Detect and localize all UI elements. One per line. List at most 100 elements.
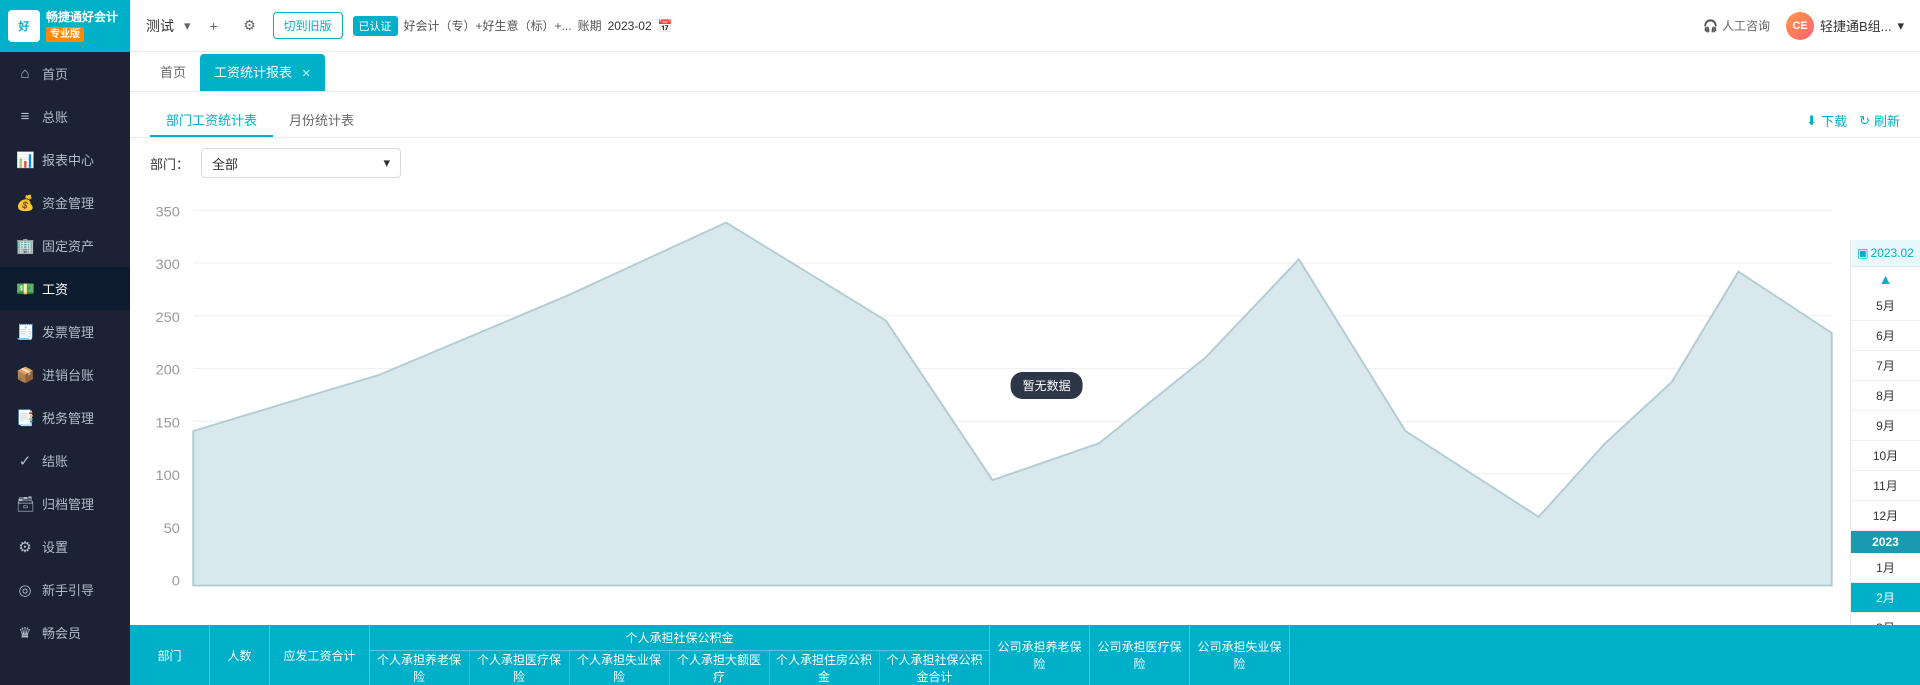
date-scroll-up[interactable]: ▲: [1851, 267, 1920, 291]
tab-payroll-report[interactable]: 工资统计报表 ✕: [200, 54, 325, 91]
sidebar-label-purchase: 进销台账: [42, 365, 94, 384]
date-month-9[interactable]: 9月: [1851, 411, 1920, 441]
table-header: 部门 人数 应发工资合计 个人承担社保公积金 个人承担养老保险 个人承担医疗保险…: [130, 625, 1920, 685]
add-button[interactable]: +: [201, 13, 227, 39]
svg-text:350: 350: [156, 204, 181, 219]
download-icon: ⬇: [1806, 113, 1817, 129]
date-month-12[interactable]: 12月: [1851, 501, 1920, 531]
topbar-right: 🎧 人工咨询 CE 轻捷通B组... ▾: [1703, 12, 1904, 40]
chart-fill: [193, 223, 1831, 586]
date-month-8[interactable]: 8月: [1851, 381, 1920, 411]
chart-tooltip: 暂无数据: [1011, 372, 1083, 399]
th-dept: 部门: [130, 625, 210, 685]
guide-icon: ◎: [16, 581, 34, 599]
sidebar-item-tax[interactable]: 📑 税务管理: [0, 396, 130, 439]
date-filter-icon: ▣: [1857, 246, 1868, 260]
th-personal-pension: 个人承担养老保险: [370, 651, 470, 685]
date-panel-header: ▣ 2023.02: [1851, 240, 1920, 267]
sidebar-item-ledger[interactable]: ≡ 总账: [0, 95, 130, 138]
home-icon: ⌂: [16, 65, 34, 82]
chart-section: 350 300 250 200 150 100 50 0: [130, 188, 1920, 625]
sidebar-label-assets: 固定资产: [42, 236, 94, 255]
chart-area: 350 300 250 200 150 100 50 0: [130, 188, 1920, 625]
sidebar-label-archive: 归档管理: [42, 494, 94, 513]
refresh-icon: ↻: [1859, 113, 1870, 129]
tab-close-icon[interactable]: ✕: [302, 68, 311, 80]
dept-filter-label: 部门：: [150, 154, 189, 173]
logo-badge: 专业版: [46, 27, 84, 42]
sidebar-item-purchase[interactable]: 📦 进销台账: [0, 353, 130, 396]
th-personal-total: 个人承担社保公积金合计: [880, 651, 990, 685]
sidebar-item-archive[interactable]: 🗃 归档管理: [0, 482, 130, 525]
svg-text:0: 0: [172, 573, 180, 588]
sidebar-item-funds[interactable]: 💰 资金管理: [0, 181, 130, 224]
date-month-10[interactable]: 10月: [1851, 441, 1920, 471]
toolbar: 部门： 全部 ▾: [130, 138, 1920, 188]
logo-icon: 好: [8, 10, 40, 42]
payroll-icon: 💵: [16, 280, 34, 298]
date-month-11[interactable]: 11月: [1851, 471, 1920, 501]
sidebar-item-invoice[interactable]: 🧾 发票管理: [0, 310, 130, 353]
date-month-7[interactable]: 7月: [1851, 351, 1920, 381]
main-content: 测试 ▾ + ⚙ 切到旧版 已认证 好会计（专）+好生意（标）+... 账期 2…: [130, 0, 1920, 685]
sidebar-label-funds: 资金管理: [42, 193, 94, 212]
date-month-1[interactable]: 1月: [1851, 553, 1920, 583]
user-menu[interactable]: CE 轻捷通B组... ▾: [1786, 12, 1904, 40]
funds-icon: 💰: [16, 194, 34, 212]
sidebar: 好 畅捷通好会计 专业版 ⌂ 首页 ≡ 总账 📊 报表中心 💰 资金管理 🏢 固…: [0, 0, 130, 685]
vip-icon: ♛: [16, 624, 34, 642]
th-personal-medical: 个人承担医疗保险: [470, 651, 570, 685]
dept-select[interactable]: 全部 ▾: [201, 148, 401, 178]
switch-version-button[interactable]: 切到旧版: [273, 12, 343, 39]
sidebar-item-guide[interactable]: ◎ 新手引导: [0, 568, 130, 611]
headset-icon: 🎧: [1703, 19, 1718, 33]
sidebar-logo: 好 畅捷通好会计 专业版: [0, 0, 130, 52]
download-button[interactable]: ⬇ 下载: [1806, 111, 1847, 130]
th-company-unemployment: 公司承担失业保险: [1190, 625, 1290, 685]
sidebar-label-tax: 税务管理: [42, 408, 94, 427]
th-personal-unemployment: 个人承担失业保险: [570, 651, 670, 685]
date-month-3[interactable]: 3月: [1851, 613, 1920, 625]
date-month-2-active[interactable]: 2月: [1851, 583, 1920, 613]
sidebar-item-reports[interactable]: 📊 报表中心: [0, 138, 130, 181]
th-company-pension: 公司承担养老保险: [990, 625, 1090, 685]
subtab-monthly[interactable]: 月份统计表: [273, 104, 370, 137]
th-count: 人数: [210, 625, 270, 685]
svg-text:300: 300: [156, 257, 181, 272]
sidebar-item-settings[interactable]: ⚙ 设置: [0, 525, 130, 568]
sidebar-label-invoice: 发票管理: [42, 322, 94, 341]
svg-text:100: 100: [156, 468, 181, 483]
username: 轻捷通B组...: [1820, 16, 1892, 35]
topbar: 测试 ▾ + ⚙ 切到旧版 已认证 好会计（专）+好生意（标）+... 账期 2…: [130, 0, 1920, 52]
sidebar-item-vip[interactable]: ♛ 畅会员: [0, 611, 130, 654]
ledger-icon: ≡: [16, 108, 34, 125]
user-dropdown-icon: ▾: [1897, 18, 1904, 34]
tab-home[interactable]: 首页: [146, 54, 200, 91]
reports-icon: 📊: [16, 151, 34, 169]
sidebar-item-payroll[interactable]: 💵 工资: [0, 267, 130, 310]
sidebar-item-assets[interactable]: 🏢 固定资产: [0, 224, 130, 267]
certified-badge: 已认证: [353, 16, 398, 36]
calendar-icon[interactable]: 📅: [658, 19, 673, 33]
subtab-dept[interactable]: 部门工资统计表: [150, 104, 273, 137]
assistant-button[interactable]: 🎧 人工咨询: [1703, 17, 1770, 34]
svg-text:200: 200: [156, 362, 181, 377]
th-personal-major-medical: 个人承担大额医疗: [670, 651, 770, 685]
date-month-6[interactable]: 6月: [1851, 321, 1920, 351]
th-company-medical: 公司承担医疗保险: [1090, 625, 1190, 685]
sidebar-label-reports: 报表中心: [42, 150, 94, 169]
sidebar-label-ledger: 总账: [42, 107, 68, 126]
tabbar: 首页 工资统计报表 ✕: [130, 52, 1920, 92]
date-month-5[interactable]: 5月: [1851, 291, 1920, 321]
sidebar-label-guide: 新手引导: [42, 580, 94, 599]
company-dropdown-icon[interactable]: ▾: [184, 18, 191, 34]
sidebar-label-home: 首页: [42, 64, 68, 83]
svg-text:50: 50: [164, 520, 180, 535]
th-personal-housing: 个人承担住房公积金: [770, 651, 880, 685]
sidebar-item-closing[interactable]: ✓ 结账: [0, 439, 130, 482]
settings-button[interactable]: ⚙: [237, 13, 263, 39]
refresh-button[interactable]: ↻ 刷新: [1859, 111, 1900, 130]
sidebar-item-home[interactable]: ⌂ 首页: [0, 52, 130, 95]
th-total-salary: 应发工资合计: [270, 625, 370, 685]
logo-title: 畅捷通好会计: [46, 10, 118, 26]
